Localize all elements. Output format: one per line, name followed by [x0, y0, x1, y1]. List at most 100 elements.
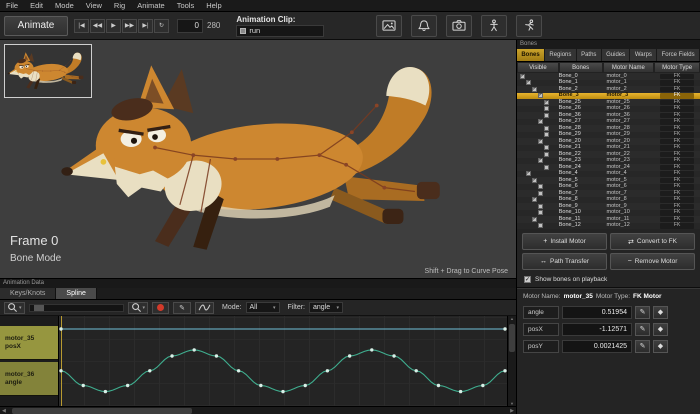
visibility-checkbox[interactable] [538, 93, 543, 99]
mode-select[interactable]: All [245, 302, 280, 313]
timeline-hscrollbar[interactable] [0, 406, 516, 414]
visibility-checkbox[interactable] [538, 119, 543, 125]
menu-item-animate[interactable]: Animate [131, 1, 171, 10]
visibility-checkbox[interactable] [544, 145, 549, 151]
animate-mode-button[interactable]: Animate [4, 15, 68, 36]
tab-paths[interactable]: Paths [576, 49, 602, 61]
timeline-panel: Animation Data Keys/KnotsSpline ✎ Mode: … [0, 278, 516, 414]
visibility-checkbox[interactable] [538, 138, 543, 144]
visibility-checkbox[interactable] [538, 158, 543, 164]
bone-name: Bone_10 [558, 209, 581, 215]
run-cycle-icon[interactable] [516, 14, 543, 37]
vscrollbar-thumb[interactable] [509, 324, 515, 352]
edit-property-button[interactable]: ✎ [635, 323, 650, 336]
loop-button[interactable]: ↻ [154, 18, 169, 33]
visibility-checkbox[interactable] [544, 164, 549, 170]
show-bones-row[interactable]: Show bones on playback [517, 274, 700, 287]
viewport[interactable]: Frame 0 Bone Mode Shift + Drag to Curve … [0, 40, 516, 278]
visibility-checkbox[interactable] [538, 184, 543, 190]
install-motor-button[interactable]: + Install Motor [522, 233, 607, 250]
menu-item-view[interactable]: View [80, 1, 108, 10]
filter-select[interactable]: angle [309, 302, 343, 313]
visibility-checkbox[interactable] [532, 86, 537, 92]
visibility-checkbox[interactable] [544, 112, 549, 118]
edit-property-button[interactable]: ✎ [635, 306, 650, 319]
column-header-motor-type[interactable]: Motor Type [654, 62, 700, 73]
tab-guides[interactable]: Guides [601, 49, 631, 61]
frame-number-field[interactable]: 0 [177, 18, 203, 33]
play-button[interactable]: ▶ [106, 18, 121, 33]
tab-regions[interactable]: Regions [545, 49, 577, 61]
visibility-checkbox[interactable] [544, 106, 549, 112]
filter-label: Filter: [287, 304, 306, 311]
tab-bones[interactable]: Bones [517, 49, 546, 61]
bell-icon[interactable] [411, 14, 438, 37]
spline-editor[interactable] [58, 316, 507, 406]
track-label-motor_35[interactable]: motor_35 posX [0, 326, 58, 360]
go-to-start-button[interactable]: |◀ [74, 18, 89, 33]
visibility-checkbox[interactable] [538, 210, 543, 216]
edit-property-button[interactable]: ✎ [635, 340, 650, 353]
pose-icon[interactable] [481, 14, 508, 37]
animation-clip-select[interactable]: run [236, 24, 325, 37]
visibility-checkbox[interactable] [532, 177, 537, 183]
column-header-motor-name[interactable]: Motor Name [602, 62, 655, 73]
remove-motor-button[interactable]: − Remove Motor [610, 253, 695, 270]
remove-motor-icon: − [627, 258, 632, 265]
menu-item-rig[interactable]: Rig [108, 1, 131, 10]
menu-item-mode[interactable]: Mode [49, 1, 80, 10]
property-value-field[interactable]: 0.0021425 [562, 340, 632, 353]
visibility-checkbox[interactable] [538, 203, 543, 209]
camera-icon[interactable] [446, 14, 473, 37]
fox-character[interactable] [48, 52, 478, 266]
timeline-tab-keys-knots[interactable]: Keys/Knots [0, 288, 57, 299]
go-to-end-button[interactable]: ▶| [138, 18, 153, 33]
keyframe-property-button[interactable]: ◆ [653, 306, 668, 319]
show-bones-checkbox[interactable] [524, 276, 531, 283]
visibility-checkbox[interactable] [538, 190, 543, 196]
column-header-bones[interactable]: Bones [558, 62, 603, 73]
visibility-checkbox[interactable] [544, 151, 549, 157]
export-image-icon[interactable] [376, 14, 403, 37]
visibility-checkbox[interactable] [520, 73, 525, 79]
pencil-tool-button[interactable]: ✎ [173, 301, 192, 314]
tab-warps[interactable]: Warps [630, 49, 658, 61]
zoom-in-button[interactable] [127, 301, 149, 314]
record-keys-button[interactable] [152, 301, 170, 314]
visibility-checkbox[interactable] [532, 197, 537, 203]
visibility-checkbox[interactable] [538, 223, 543, 229]
timeline-vscrollbar[interactable] [507, 316, 516, 406]
path-transfer-button[interactable]: ↔ Path Transfer [522, 253, 607, 270]
track-label-motor_36[interactable]: motor_36 angle [0, 362, 58, 396]
spline-tool-button[interactable] [195, 301, 215, 314]
bone-name: Bone_8 [558, 196, 578, 202]
keyframe-property-button[interactable]: ◆ [653, 340, 668, 353]
motor-name: motor_3 [606, 92, 629, 98]
bone-name: Bone_27 [558, 118, 581, 124]
visibility-checkbox[interactable] [544, 125, 549, 131]
visibility-checkbox[interactable] [526, 171, 531, 177]
hscrollbar-thumb[interactable] [12, 408, 192, 414]
zoom-out-button[interactable] [4, 301, 25, 314]
step-back-button[interactable]: ◀◀ [90, 18, 105, 33]
menu-item-tools[interactable]: Tools [171, 1, 201, 10]
visibility-checkbox[interactable] [532, 216, 537, 222]
menu-item-edit[interactable]: Edit [24, 1, 49, 10]
zoom-slider-thumb[interactable] [33, 304, 44, 311]
visibility-checkbox[interactable] [526, 80, 531, 86]
visibility-checkbox[interactable] [544, 99, 549, 105]
bone-row[interactable]: Bone_12 motor_12 FK [517, 222, 700, 229]
visibility-checkbox[interactable] [544, 132, 549, 138]
column-header-visible[interactable]: Visible [517, 62, 559, 73]
menu-item-help[interactable]: Help [200, 1, 227, 10]
convert-to-fk-button[interactable]: ⇄ Convert to FK [610, 233, 695, 250]
keyframe-property-button[interactable]: ◆ [653, 323, 668, 336]
timeline-tab-spline[interactable]: Spline [56, 288, 97, 299]
zoom-slider[interactable] [28, 303, 124, 312]
preview-thumbnail [4, 44, 92, 98]
menu-item-file[interactable]: File [0, 1, 24, 10]
property-value-field[interactable]: -1.12571 [562, 323, 632, 336]
step-forward-button[interactable]: ▶▶ [122, 18, 137, 33]
tab-force-fields[interactable]: Force Fields [657, 49, 700, 61]
property-value-field[interactable]: 0.51954 [562, 306, 632, 319]
